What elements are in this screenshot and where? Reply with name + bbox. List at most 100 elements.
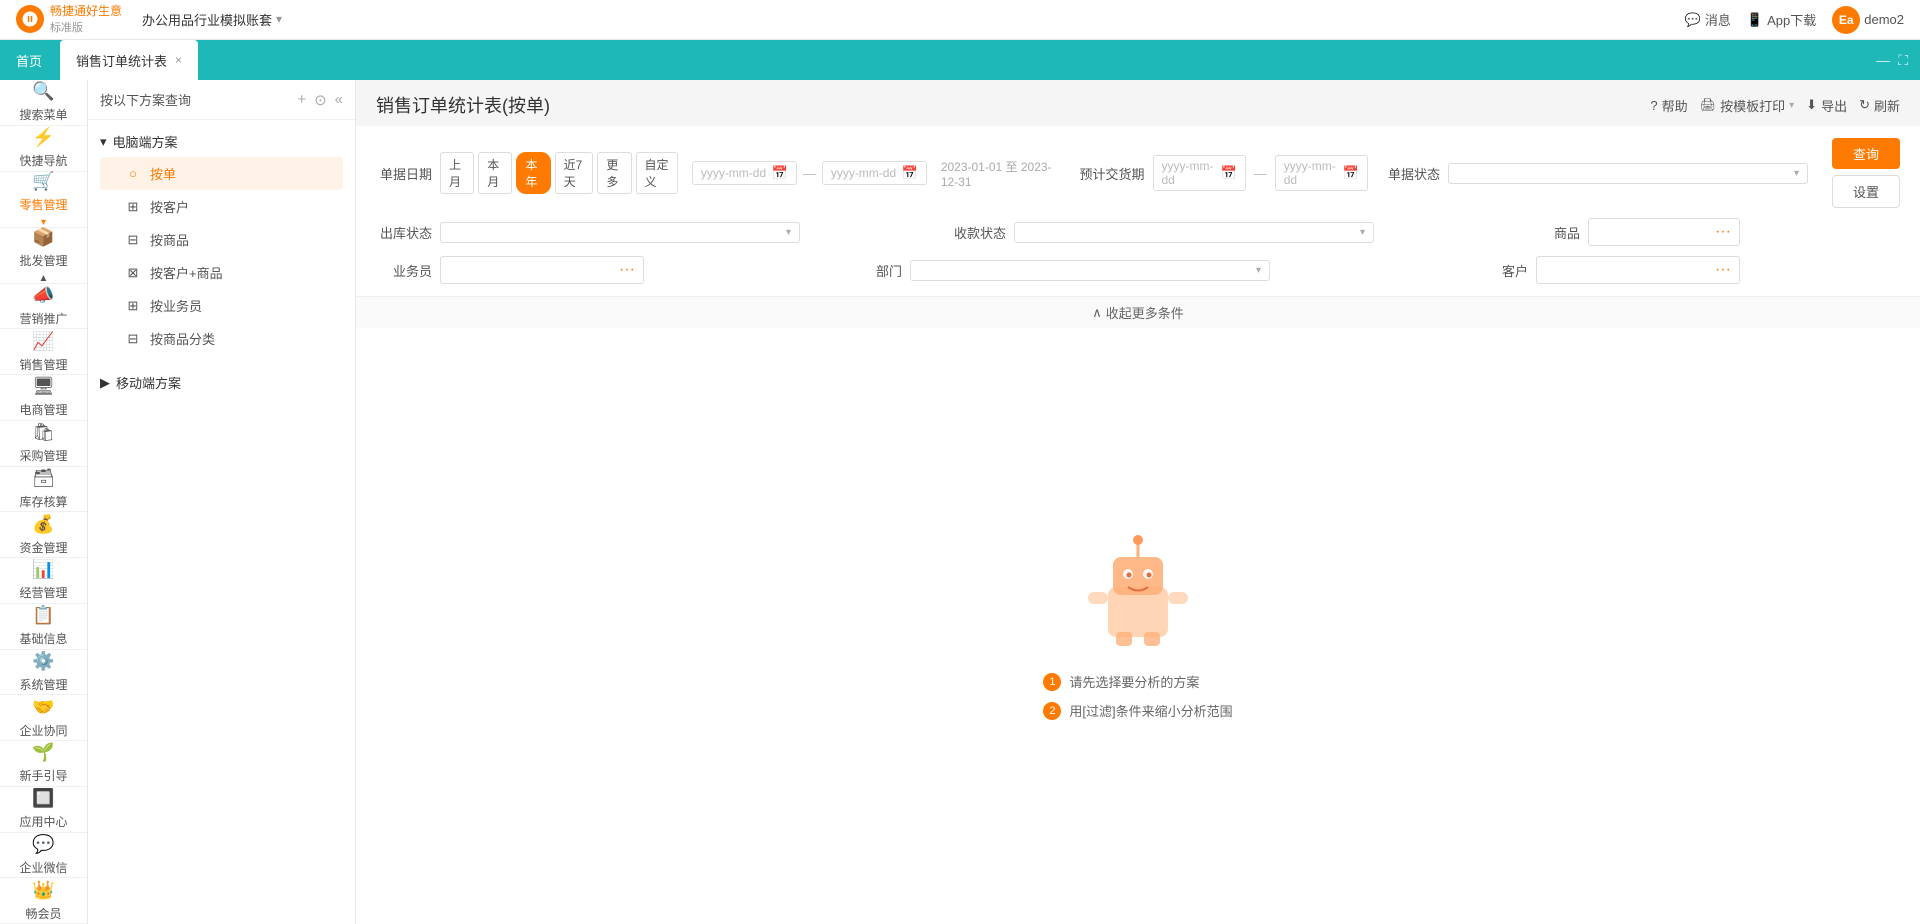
print-button[interactable]: 🖨 按模板打印 ▾ bbox=[1700, 96, 1795, 115]
shortcut-more[interactable]: 更多 bbox=[597, 152, 631, 194]
sidebar-inventory-label: 库存核算 bbox=[19, 493, 67, 510]
filter-row-3: 业务员 ··· 部门 ▾ 客户 ··· bbox=[376, 256, 1900, 284]
sidebar-item-marketing[interactable]: 📣 营销推广 bbox=[0, 284, 87, 330]
retail-icon: 🛒 bbox=[32, 171, 54, 192]
basic-icon: 📋 bbox=[32, 605, 54, 626]
query-button[interactable]: 查询 bbox=[1832, 138, 1900, 169]
sidebar-item-retail[interactable]: 🛒 零售管理 ▾ bbox=[0, 172, 87, 228]
sidebar-item-corp[interactable]: 🤝 企业协同 bbox=[0, 695, 87, 741]
sidebar-item-member[interactable]: 👑 畅会员 bbox=[0, 878, 87, 924]
predicted-date-to-input[interactable]: yyyy-mm-dd 📅 bbox=[1275, 155, 1368, 191]
scheme-item-by-goods[interactable]: ⊟ 按商品 bbox=[100, 223, 343, 256]
breadcrumb[interactable]: 办公用品行业模拟账套 ▾ bbox=[142, 10, 282, 29]
collapse-label: 收起更多条件 bbox=[1106, 303, 1184, 322]
collapse-panel-icon[interactable]: « bbox=[335, 91, 343, 109]
sidebar-item-purchase[interactable]: 🛍 采购管理 bbox=[0, 421, 87, 467]
tab-active-label: 销售订单统计表 bbox=[76, 51, 167, 70]
goods-input[interactable]: ··· bbox=[1588, 218, 1740, 246]
customer-input[interactable]: ··· bbox=[1536, 256, 1740, 284]
sidebar-item-newbie[interactable]: 🌱 新手引导 bbox=[0, 741, 87, 787]
finance-icon: 💰 bbox=[32, 514, 54, 535]
payment-status-select[interactable]: ▾ bbox=[1014, 222, 1374, 243]
salesperson-dots: ··· bbox=[619, 261, 635, 279]
predicted-date-from-input[interactable]: yyyy-mm-dd 📅 bbox=[1153, 155, 1246, 191]
sidebar-item-sales[interactable]: 📈 销售管理 bbox=[0, 329, 87, 375]
sidebar-item-system[interactable]: ⚙️ 系统管理 bbox=[0, 650, 87, 696]
date-from-input[interactable]: yyyy-mm-dd 📅 bbox=[692, 161, 797, 185]
empty-hints: 1 请先选择要分析的方案 2 用[过滤]条件来缩小分析范围 bbox=[1043, 672, 1232, 720]
pc-group-title[interactable]: ▾ 电脑端方案 bbox=[100, 126, 343, 157]
hint-text-2: 用[过滤]条件来缩小分析范围 bbox=[1069, 701, 1232, 720]
user-avatar: Ea bbox=[1832, 6, 1860, 34]
date-to-input[interactable]: yyyy-mm-dd 📅 bbox=[822, 161, 927, 185]
tab-maximize-icon[interactable]: ⛶ bbox=[1898, 52, 1908, 69]
salesperson-input[interactable]: ··· bbox=[440, 256, 644, 284]
refresh-button[interactable]: ↻ 刷新 bbox=[1859, 96, 1900, 115]
collapse-button[interactable]: ∧ 收起更多条件 bbox=[1092, 303, 1184, 322]
right-panel: 销售订单统计表(按单) ? 帮助 🖨 按模板打印 ▾ ⬇ 导出 bbox=[356, 80, 1920, 924]
scheme-label-5: 按商品分类 bbox=[150, 329, 215, 348]
date-filter-label: 单据日期 bbox=[376, 164, 432, 183]
customer-label: 客户 bbox=[1472, 261, 1528, 280]
scheme-item-by-category[interactable]: ⊟ 按商品分类 bbox=[100, 322, 343, 355]
calendar-to-icon: 📅 bbox=[902, 165, 918, 181]
sidebar-finance-label: 资金管理 bbox=[19, 539, 67, 556]
top-bar: 畅捷通好生意 标准版 办公用品行业模拟账套 ▾ 💬 消息 📱 App下载 Ea … bbox=[0, 0, 1920, 40]
goods-label: 商品 bbox=[1524, 223, 1580, 242]
sidebar-item-quicknav[interactable]: ⚡ 快捷导航 bbox=[0, 126, 87, 172]
sidebar-item-basic[interactable]: 📋 基础信息 bbox=[0, 604, 87, 650]
pc-group-arrow: ▾ bbox=[100, 134, 107, 150]
tab-minimize-icon[interactable]: — bbox=[1876, 52, 1890, 68]
content-area: 按以下方案查询 + ⊙ « ▾ 电脑端方案 ○ 按单 ⊞ 按客户 bbox=[88, 80, 1920, 924]
predicted-to-placeholder: yyyy-mm-dd bbox=[1284, 159, 1343, 187]
app-download-button[interactable]: 📱 App下载 bbox=[1747, 10, 1816, 29]
date-range: yyyy-mm-dd 📅 — yyyy-mm-dd 📅 bbox=[692, 161, 927, 185]
doc-state-select[interactable]: ▾ bbox=[1448, 163, 1808, 184]
add-scheme-icon[interactable]: + bbox=[297, 91, 306, 109]
scheme-item-by-customer-goods[interactable]: ⊠ 按客户+商品 bbox=[100, 256, 343, 289]
empty-illustration bbox=[1078, 532, 1198, 652]
message-button[interactable]: 💬 消息 bbox=[1685, 10, 1731, 29]
shortcut-custom[interactable]: 自定义 bbox=[636, 152, 678, 194]
shortcut-this-year[interactable]: 本年 bbox=[516, 152, 550, 194]
scheme-item-by-order[interactable]: ○ 按单 bbox=[100, 157, 343, 190]
sidebar-item-finance[interactable]: 💰 资金管理 bbox=[0, 512, 87, 558]
shortcut-last-month[interactable]: 上月 bbox=[440, 152, 474, 194]
sidebar-basic-label: 基础信息 bbox=[19, 630, 67, 647]
scheme-item-by-salesperson[interactable]: ⊞ 按业务员 bbox=[100, 289, 343, 322]
sidebar-item-inventory[interactable]: 🗃 库存核算 bbox=[0, 467, 87, 513]
tab-home[interactable]: 首页 bbox=[0, 40, 58, 80]
shortcut-this-month[interactable]: 本月 bbox=[478, 152, 512, 194]
mobile-group-title[interactable]: ▶ 移动端方案 bbox=[100, 367, 343, 398]
mobile-scheme-group: ▶ 移动端方案 bbox=[88, 361, 355, 404]
export-icon: ⬇ bbox=[1806, 97, 1817, 113]
export-button[interactable]: ⬇ 导出 bbox=[1806, 96, 1847, 115]
settings-button[interactable]: 设置 bbox=[1832, 175, 1900, 208]
user-initials: Ea bbox=[1839, 13, 1854, 27]
sidebar-item-wechat[interactable]: 💬 企业微信 bbox=[0, 833, 87, 879]
sidebar-newbie-label: 新手引导 bbox=[19, 767, 67, 784]
shortcut-last-7-days[interactable]: 近7天 bbox=[555, 152, 594, 194]
sidebar-item-ops[interactable]: 📊 经营管理 bbox=[0, 558, 87, 604]
doc-state-arrow-icon: ▾ bbox=[1778, 168, 1799, 179]
wholesale-icon: 📦 bbox=[32, 227, 54, 248]
help-button[interactable]: ? 帮助 bbox=[1650, 96, 1687, 115]
export-label: 导出 bbox=[1821, 96, 1847, 115]
sidebar-item-wholesale[interactable]: 📦 批发管理 ▲ bbox=[0, 228, 87, 284]
sidebar-item-search[interactable]: 🔍 搜索菜单 bbox=[0, 80, 87, 126]
tab-close-icon[interactable]: × bbox=[175, 53, 182, 67]
sidebar-retail-label: 零售管理 bbox=[19, 196, 67, 213]
sidebar-item-apps[interactable]: 🔲 应用中心 bbox=[0, 787, 87, 833]
dept-select[interactable]: ▾ bbox=[910, 260, 1270, 281]
tab-bar: 首页 销售订单统计表 × — ⛶ bbox=[0, 40, 1920, 80]
settings-scheme-icon[interactable]: ⊙ bbox=[314, 91, 327, 109]
ops-icon: 📊 bbox=[32, 559, 54, 580]
date-separator: — bbox=[803, 166, 816, 181]
scheme-item-by-customer[interactable]: ⊞ 按客户 bbox=[100, 190, 343, 223]
scheme-icon-2: ⊟ bbox=[124, 231, 142, 249]
sidebar-item-ecommerce[interactable]: 🖥 电商管理 bbox=[0, 375, 87, 421]
tab-sales-order-stats[interactable]: 销售订单统计表 × bbox=[60, 40, 198, 80]
user-profile[interactable]: Ea demo2 bbox=[1832, 6, 1904, 34]
ship-status-select[interactable]: ▾ bbox=[440, 222, 800, 243]
member-icon: 👑 bbox=[32, 880, 54, 901]
